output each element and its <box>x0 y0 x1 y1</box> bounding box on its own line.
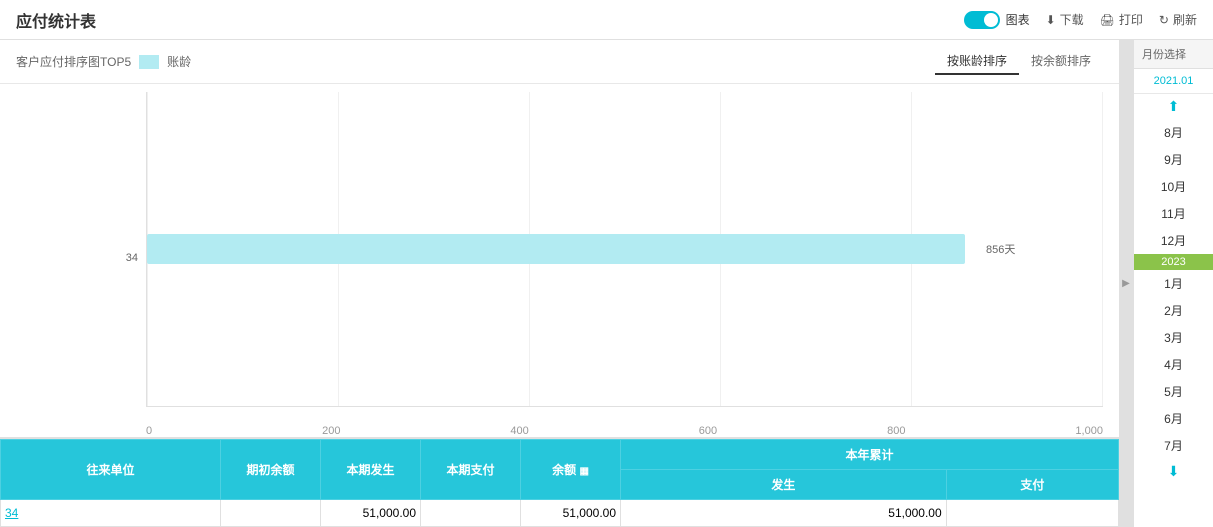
chart-toggle-label: 图表 <box>1006 11 1030 28</box>
print-label: 打印 <box>1119 11 1143 28</box>
chart-inner: 34 <box>16 92 1103 437</box>
x-axis: 0 200 400 600 800 1,000 <box>146 421 1103 437</box>
col-balance-header: 余额 ▦ <box>521 440 621 500</box>
chart-legend-title: 客户应付排序图TOP5 <box>16 53 131 70</box>
x-tick-1000: 1,000 <box>1075 425 1103 437</box>
y-axis: 34 <box>16 92 146 407</box>
x-tick-0: 0 <box>146 425 152 437</box>
refresh-button[interactable]: ↻ 刷新 <box>1159 11 1197 28</box>
sidebar-month-6[interactable]: 6月 <box>1134 405 1213 432</box>
cell-ytd-occur: 51,000.00 <box>621 500 947 527</box>
table-wrapper: 往来单位 期初余额 本期发生 本期支付 余额 ▦ 本年累计 <box>0 439 1119 527</box>
chart-plot: 34 <box>16 92 1103 407</box>
sort-tab-age[interactable]: 按账龄排序 <box>935 48 1019 75</box>
chart-legend-item: 账龄 <box>167 53 191 70</box>
col-ytd-pay-header: 支付 <box>946 470 1118 500</box>
chevron-up-icon: ⬆ <box>1168 98 1180 114</box>
sidebar-month-2[interactable]: 2月 <box>1134 297 1213 324</box>
refresh-label: 刷新 <box>1173 11 1197 28</box>
right-sidebar: 月份选择 2021.01 ⬆ 8月 9月 10月 11月 12月 2023 1月… <box>1133 40 1213 527</box>
cell-unit: 34 <box>1 500 221 527</box>
col-opening-header: 期初余额 <box>221 440 321 500</box>
app-header: 应付统计表 图表 ⬇ 下载 🖨 打印 ↻ 刷新 <box>0 0 1213 40</box>
chart-sort-tabs: 按账龄排序 按余额排序 <box>935 48 1103 75</box>
x-tick-200: 200 <box>322 425 340 437</box>
sidebar-up-button[interactable]: ⬆ <box>1134 94 1213 119</box>
balance-icon: ▦ <box>579 466 588 477</box>
download-button[interactable]: ⬇ 下载 <box>1046 11 1084 28</box>
cell-opening <box>221 500 321 527</box>
sidebar-month-7[interactable]: 7月 <box>1134 432 1213 459</box>
cell-balance: 51,000.00 <box>521 500 621 527</box>
x-tick-400: 400 <box>510 425 528 437</box>
sidebar-month-3[interactable]: 3月 <box>1134 324 1213 351</box>
unit-link[interactable]: 34 <box>5 506 18 520</box>
chart-toggle-container[interactable]: 图表 <box>964 11 1030 29</box>
sidebar-month-9[interactable]: 9月 <box>1134 146 1213 173</box>
print-icon: 🖨 <box>1100 13 1115 27</box>
y-label-34: 34 <box>126 252 138 264</box>
chart-section: 客户应付排序图TOP5 账龄 按账龄排序 按余额排序 <box>0 40 1119 437</box>
cell-occurrence: 51,000.00 <box>321 500 421 527</box>
legend-color-box <box>139 55 159 69</box>
table-row: 34 51,000.00 51,000.00 51,000.00 <box>1 500 1119 527</box>
sort-tab-balance[interactable]: 按余额排序 <box>1019 48 1103 75</box>
bar-34: 856天 <box>147 234 965 264</box>
cell-payment <box>421 500 521 527</box>
sidebar-down-button[interactable]: ⬇ <box>1134 459 1213 484</box>
chevron-down-icon: ⬇ <box>1168 463 1180 479</box>
col-occurrence-header: 本期发生 <box>321 440 421 500</box>
table-section: 往来单位 期初余额 本期发生 本期支付 余额 ▦ 本年累计 <box>0 437 1119 527</box>
col-unit-header: 往来单位 <box>1 440 221 500</box>
col-payment-header: 本期支付 <box>421 440 521 500</box>
print-button[interactable]: 🖨 打印 <box>1100 11 1143 28</box>
x-tick-600: 600 <box>699 425 717 437</box>
sidebar-month-5[interactable]: 5月 <box>1134 378 1213 405</box>
chart-toggle-switch[interactable] <box>964 11 1000 29</box>
sidebar-year-badge: 2023 <box>1134 254 1213 270</box>
sidebar-month-12[interactable]: 12月 <box>1134 227 1213 254</box>
sidebar-month-1[interactable]: 1月 <box>1134 270 1213 297</box>
header-actions: 图表 ⬇ 下载 🖨 打印 ↻ 刷新 <box>964 11 1197 29</box>
col-ytd-occur-header: 发生 <box>621 470 947 500</box>
sidebar-current-date[interactable]: 2021.01 <box>1134 69 1213 94</box>
chart-body: 34 <box>0 84 1119 437</box>
chart-header: 客户应付排序图TOP5 账龄 按账龄排序 按余额排序 <box>0 40 1119 84</box>
refresh-icon: ↻ <box>1159 13 1169 27</box>
sidebar-divider[interactable]: ▶ <box>1119 40 1133 527</box>
sidebar-month-11[interactable]: 11月 <box>1134 200 1213 227</box>
sidebar-month-8[interactable]: 8月 <box>1134 119 1213 146</box>
chart-legend: 客户应付排序图TOP5 账龄 <box>16 53 191 70</box>
download-icon: ⬇ <box>1046 13 1056 27</box>
sidebar-month-10[interactable]: 10月 <box>1134 173 1213 200</box>
bar-34-label: 856天 <box>986 241 1015 257</box>
triangle-right-icon: ▶ <box>1122 278 1130 289</box>
sidebar-month-4[interactable]: 4月 <box>1134 351 1213 378</box>
cell-ytd-pay <box>946 500 1118 527</box>
sidebar-header: 月份选择 <box>1134 40 1213 69</box>
page-title: 应付统计表 <box>16 8 96 32</box>
x-tick-800: 800 <box>887 425 905 437</box>
plot-area: 856天 <box>146 92 1103 407</box>
download-label: 下载 <box>1060 11 1084 28</box>
col-ytd-header: 本年累计 <box>621 440 1119 470</box>
data-table: 往来单位 期初余额 本期发生 本期支付 余额 ▦ 本年累计 <box>0 439 1119 527</box>
sidebar-header-label: 月份选择 <box>1142 46 1186 62</box>
